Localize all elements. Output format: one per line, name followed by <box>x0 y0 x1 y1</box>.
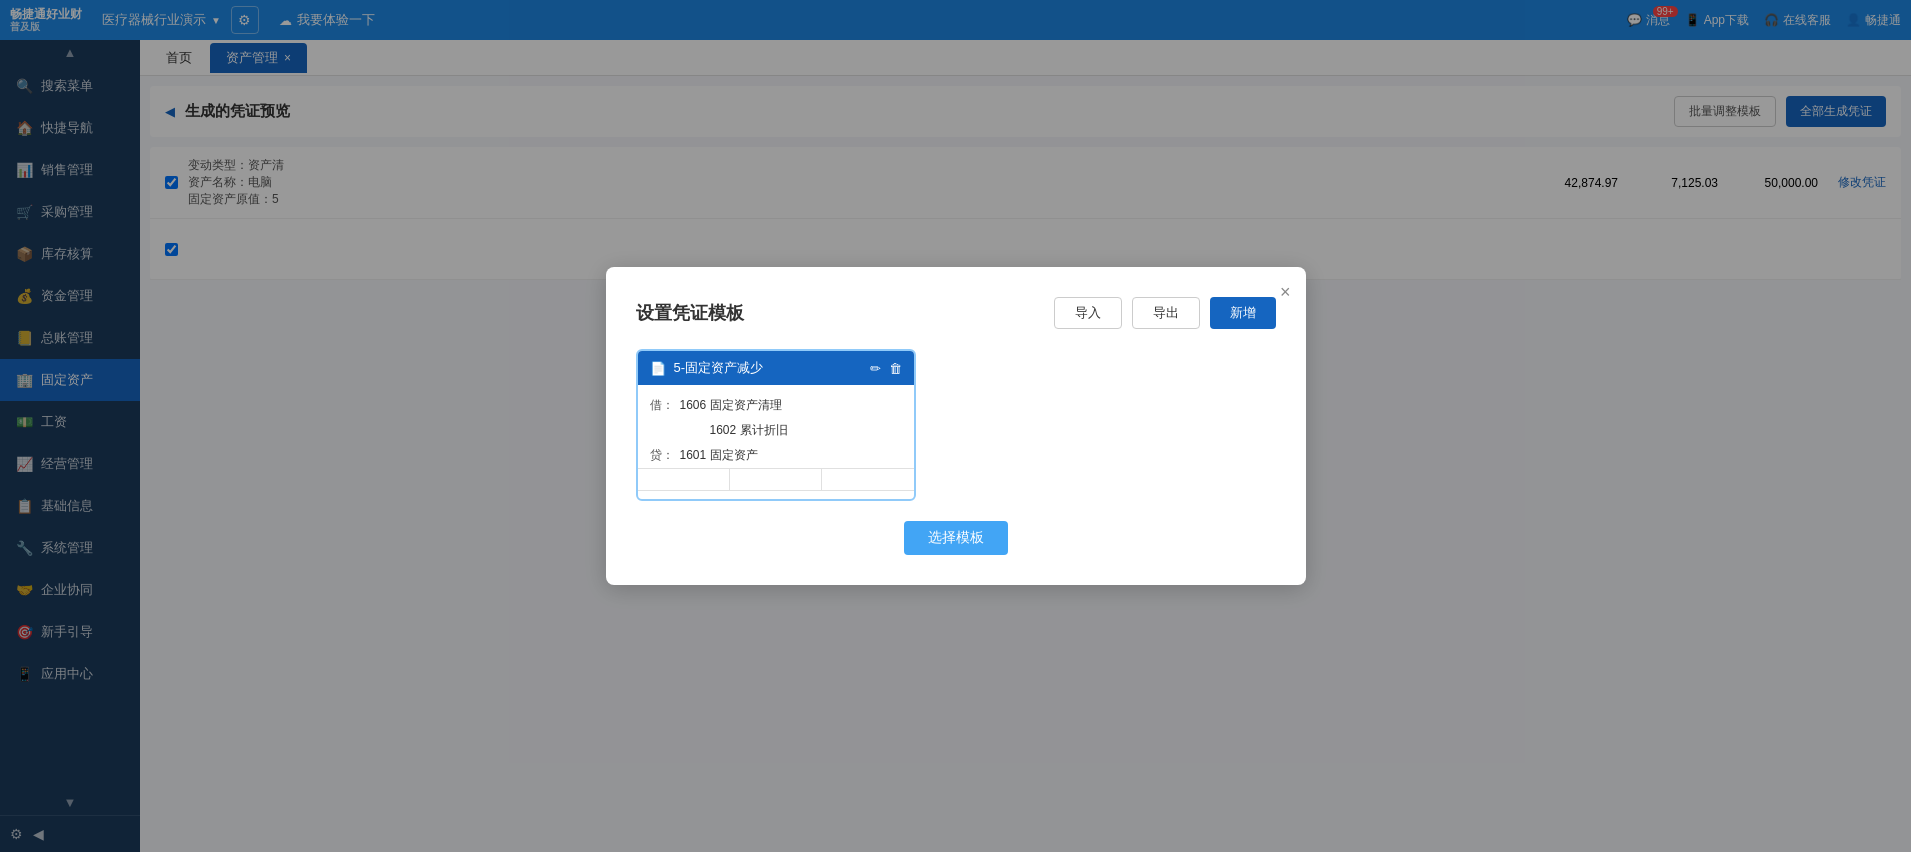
template-name: 5-固定资产减少 <box>674 359 862 377</box>
template-card-actions: ✏ 🗑 <box>870 361 902 376</box>
template-card-body: 借： 1606 固定资产清理 1602 累计折旧 贷： 1601 固定资产 <box>638 385 914 499</box>
modal-title: 设置凭证模板 <box>636 301 1054 325</box>
modal-header: 设置凭证模板 导入 导出 新增 <box>636 297 1276 329</box>
entry2-side <box>650 422 680 439</box>
template-entry-1: 借： 1606 固定资产清理 <box>638 393 914 418</box>
export-btn[interactable]: 导出 <box>1132 297 1200 329</box>
choose-template-btn[interactable]: 选择模板 <box>904 521 1008 555</box>
template-doc-icon: 📄 <box>650 361 666 376</box>
modal: × 设置凭证模板 导入 导出 新增 📄 5-固定资产减少 ✏ 🗑 <box>606 267 1306 585</box>
grid-cell-2 <box>730 469 822 491</box>
template-list: 📄 5-固定资产减少 ✏ 🗑 借： 1606 固定资产清理 1602 累计折旧 <box>636 349 1276 501</box>
template-card-header: 📄 5-固定资产减少 ✏ 🗑 <box>638 351 914 385</box>
entry3-side: 贷： <box>650 447 680 464</box>
template-entry-2: 1602 累计折旧 <box>638 418 914 443</box>
entry1-account: 1606 固定资产清理 <box>680 397 782 414</box>
import-btn[interactable]: 导入 <box>1054 297 1122 329</box>
template-edit-icon[interactable]: ✏ <box>870 361 881 376</box>
grid-cell-1 <box>638 469 730 491</box>
entry1-side: 借： <box>650 397 680 414</box>
entry2-account: 1602 累计折旧 <box>680 422 788 439</box>
template-grid <box>638 468 914 491</box>
modal-actions: 导入 导出 新增 <box>1054 297 1276 329</box>
modal-close-btn[interactable]: × <box>1280 282 1291 303</box>
grid-cell-3 <box>822 469 914 491</box>
template-delete-icon[interactable]: 🗑 <box>889 361 902 376</box>
entry3-account: 1601 固定资产 <box>680 447 758 464</box>
template-card: 📄 5-固定资产减少 ✏ 🗑 借： 1606 固定资产清理 1602 累计折旧 <box>636 349 916 501</box>
new-template-btn[interactable]: 新增 <box>1210 297 1276 329</box>
modal-overlay: × 设置凭证模板 导入 导出 新增 📄 5-固定资产减少 ✏ 🗑 <box>0 0 1911 852</box>
template-entry-3: 贷： 1601 固定资产 <box>638 443 914 468</box>
